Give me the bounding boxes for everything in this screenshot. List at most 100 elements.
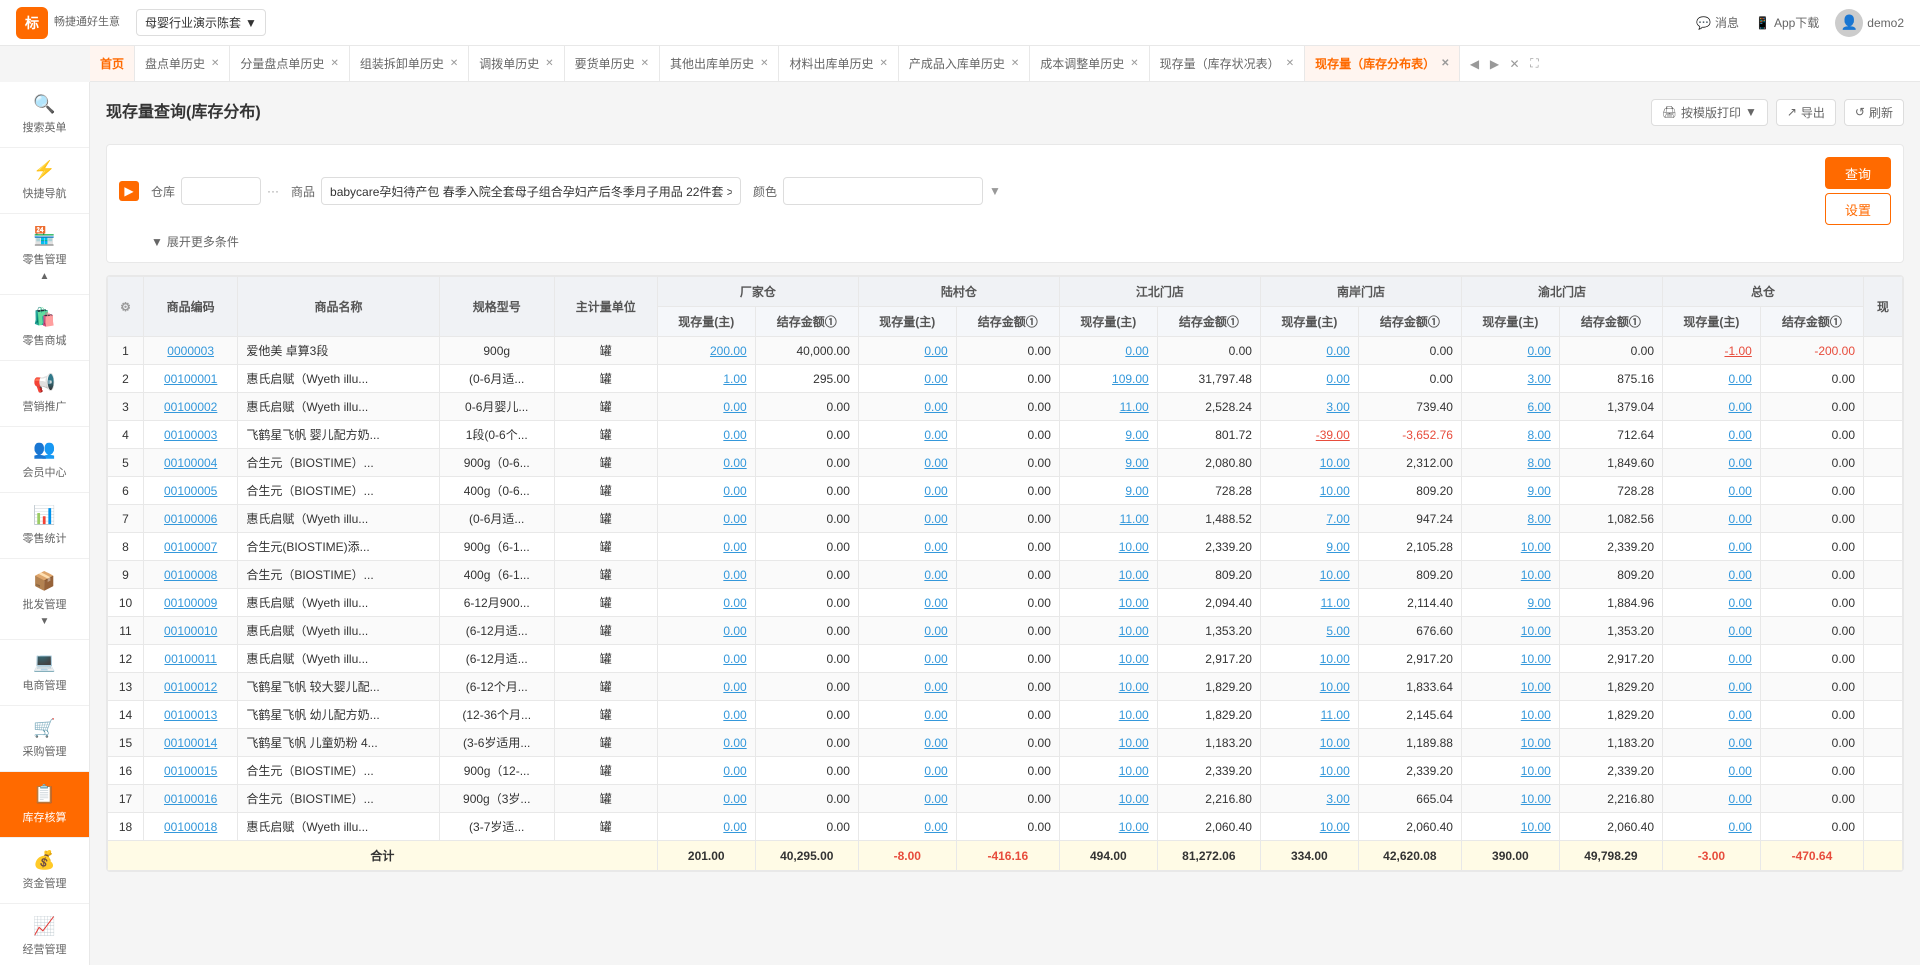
cell-c2-qty[interactable]: 0.00 <box>858 337 956 365</box>
cell-c3-qty[interactable]: 10.00 <box>1059 729 1157 757</box>
cell-c3-qty[interactable]: 9.00 <box>1059 421 1157 449</box>
cell-c3-qty[interactable]: 10.00 <box>1059 757 1157 785</box>
cell-c5-qty[interactable]: 10.00 <box>1461 673 1559 701</box>
cell-c3-qty[interactable]: 10.00 <box>1059 813 1157 841</box>
cell-c4-qty[interactable]: -39.00 <box>1260 421 1358 449</box>
message-item[interactable]: 💬 消息 <box>1696 14 1739 31</box>
warehouse-input[interactable] <box>181 177 261 205</box>
cell-c4-qty[interactable]: 9.00 <box>1260 533 1358 561</box>
cell-c2-qty[interactable]: 0.00 <box>858 505 956 533</box>
color-input[interactable] <box>783 177 983 205</box>
cell-c2-qty[interactable]: 0.00 <box>858 561 956 589</box>
sidebar-item-finance[interactable]: 💰 资金管理 <box>0 838 89 904</box>
sidebar-item-purchase[interactable]: 🛒 采购管理 <box>0 706 89 772</box>
expand-conditions-btn[interactable]: ▼ 展开更多条件 <box>151 233 1891 250</box>
cell-c1-qty[interactable]: 200.00 <box>657 337 755 365</box>
close-icon[interactable]: ✕ <box>1130 58 1138 69</box>
cell-c2-qty[interactable]: 0.00 <box>858 421 956 449</box>
tab-diaobodanhist[interactable]: 调拨单历史 ✕ <box>469 46 564 81</box>
cell-c1-qty[interactable]: 0.00 <box>657 757 755 785</box>
cell-t-qty[interactable]: 0.00 <box>1663 477 1761 505</box>
nav-expand-icon[interactable]: ⛶ <box>1524 54 1544 74</box>
cell-c3-qty[interactable]: 9.00 <box>1059 449 1157 477</box>
cell-c4-qty[interactable]: 3.00 <box>1260 785 1358 813</box>
warehouse-ellipsis[interactable]: ··· <box>267 184 279 198</box>
cell-c4-qty[interactable]: 10.00 <box>1260 645 1358 673</box>
cell-c3-qty[interactable]: 10.00 <box>1059 785 1157 813</box>
product-input[interactable] <box>321 177 741 205</box>
cell-c2-qty[interactable]: 0.00 <box>858 477 956 505</box>
sidebar-item-retail[interactable]: 🏪 零售管理 ▲ <box>0 214 89 295</box>
cell-c4-qty[interactable]: 0.00 <box>1260 365 1358 393</box>
cell-c5-qty[interactable]: 8.00 <box>1461 505 1559 533</box>
cell-c4-qty[interactable]: 7.00 <box>1260 505 1358 533</box>
close-icon[interactable]: ✕ <box>879 58 887 69</box>
sidebar-item-wholesale[interactable]: 📦 批发管理 ▼ <box>0 559 89 640</box>
cell-t-qty[interactable]: -1.00 <box>1663 337 1761 365</box>
cell-t-qty[interactable]: 0.00 <box>1663 673 1761 701</box>
cell-c5-qty[interactable]: 10.00 <box>1461 533 1559 561</box>
cell-c5-qty[interactable]: 10.00 <box>1461 785 1559 813</box>
close-icon[interactable]: ✕ <box>760 58 768 69</box>
cell-c2-qty[interactable]: 0.00 <box>858 645 956 673</box>
cell-c5-qty[interactable]: 6.00 <box>1461 393 1559 421</box>
close-icon[interactable]: ✕ <box>330 58 338 69</box>
cell-c2-qty[interactable]: 0.00 <box>858 449 956 477</box>
sidebar-item-retailstat[interactable]: 📊 零售统计 <box>0 493 89 559</box>
cell-c5-qty[interactable]: 8.00 <box>1461 449 1559 477</box>
close-icon[interactable]: ✕ <box>641 58 649 69</box>
cell-c3-qty[interactable]: 109.00 <box>1059 365 1157 393</box>
cell-c4-qty[interactable]: 10.00 <box>1260 449 1358 477</box>
sidebar-item-biz[interactable]: 📈 经营管理 <box>0 904 89 965</box>
tab-zuzhangchaijian[interactable]: 组装拆卸单历史 ✕ <box>350 46 469 81</box>
cell-c3-qty[interactable]: 10.00 <box>1059 673 1157 701</box>
cell-c1-qty[interactable]: 0.00 <box>657 785 755 813</box>
cell-t-qty[interactable]: 0.00 <box>1663 617 1761 645</box>
cell-c1-qty[interactable]: 0.00 <box>657 645 755 673</box>
cell-c1-qty[interactable]: 0.00 <box>657 589 755 617</box>
app-download-item[interactable]: 📱 App下载 <box>1755 14 1819 31</box>
cell-c1-qty[interactable]: 0.00 <box>657 617 755 645</box>
cell-c1-qty[interactable]: 0.00 <box>657 701 755 729</box>
cell-c2-qty[interactable]: 0.00 <box>858 757 956 785</box>
sidebar-item-ecommerce[interactable]: 💻 电商管理 <box>0 640 89 706</box>
close-icon[interactable]: ✕ <box>211 58 219 69</box>
cell-c4-qty[interactable]: 10.00 <box>1260 729 1358 757</box>
cell-c4-qty[interactable]: 10.00 <box>1260 477 1358 505</box>
cell-c4-qty[interactable]: 10.00 <box>1260 757 1358 785</box>
user-item[interactable]: 👤 demo2 <box>1835 9 1904 37</box>
cell-c2-qty[interactable]: 0.00 <box>858 365 956 393</box>
cell-c5-qty[interactable]: 3.00 <box>1461 365 1559 393</box>
cell-c3-qty[interactable]: 10.00 <box>1059 645 1157 673</box>
cell-c5-qty[interactable]: 8.00 <box>1461 421 1559 449</box>
cell-c4-qty[interactable]: 10.00 <box>1260 673 1358 701</box>
filter-collapse-btn[interactable]: ▶ <box>119 181 139 201</box>
close-icon[interactable]: ✕ <box>1441 58 1449 69</box>
cell-c4-qty[interactable]: 5.00 <box>1260 617 1358 645</box>
close-icon[interactable]: ✕ <box>545 58 553 69</box>
sidebar-item-marketing[interactable]: 📢 营销推广 <box>0 361 89 427</box>
cell-c1-qty[interactable]: 0.00 <box>657 393 755 421</box>
refresh-button[interactable]: ↺ 刷新 <box>1844 99 1904 126</box>
cell-t-qty[interactable]: 0.00 <box>1663 589 1761 617</box>
cell-c3-qty[interactable]: 10.00 <box>1059 701 1157 729</box>
cell-c1-qty[interactable]: 0.00 <box>657 505 755 533</box>
close-icon[interactable]: ✕ <box>450 58 458 69</box>
cell-c1-qty[interactable]: 0.00 <box>657 813 755 841</box>
sidebar-item-inventory[interactable]: 📋 库存核算 <box>0 772 89 838</box>
cell-c4-qty[interactable]: 11.00 <box>1260 589 1358 617</box>
tab-xiancunliang-fenbubiao[interactable]: 现存量（库存分布表） ✕ <box>1305 46 1460 81</box>
cell-t-qty[interactable]: 0.00 <box>1663 701 1761 729</box>
cell-t-qty[interactable]: 0.00 <box>1663 729 1761 757</box>
export-button[interactable]: ↗ 导出 <box>1776 99 1836 126</box>
cell-c3-qty[interactable]: 10.00 <box>1059 561 1157 589</box>
cell-c2-qty[interactable]: 0.00 <box>858 673 956 701</box>
cell-c5-qty[interactable]: 9.00 <box>1461 477 1559 505</box>
cell-c3-qty[interactable]: 11.00 <box>1059 505 1157 533</box>
cell-c4-qty[interactable]: 11.00 <box>1260 701 1358 729</box>
cell-c2-qty[interactable]: 0.00 <box>858 589 956 617</box>
nav-next-arrow[interactable]: ▶ <box>1484 54 1504 74</box>
cell-c2-qty[interactable]: 0.00 <box>858 785 956 813</box>
cell-t-qty[interactable]: 0.00 <box>1663 505 1761 533</box>
cell-c5-qty[interactable]: 0.00 <box>1461 337 1559 365</box>
